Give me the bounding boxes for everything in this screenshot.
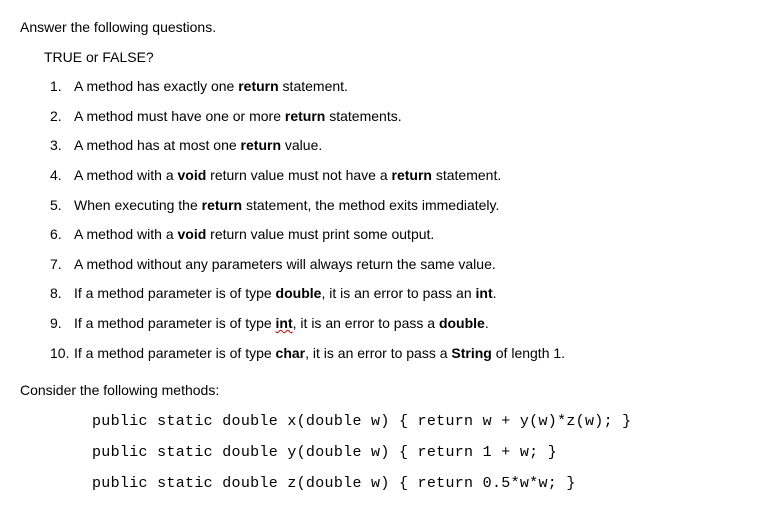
question-number: 9. [50,314,74,334]
question-number: 6. [50,225,74,245]
question-item: 3.A method has at most one return value. [50,136,760,156]
question-item: 5.When executing the return statement, t… [50,196,760,216]
question-text: If a method parameter is of type double,… [74,284,760,304]
spellcheck-underline: int [276,315,293,331]
question-number: 4. [50,166,74,186]
text-run: return value must not have a [206,167,391,183]
text-run: , it is an error to pass an [321,285,475,301]
text-run: If a method parameter is of type [74,285,276,301]
bold-text: return [285,108,325,124]
question-item: 10.If a method parameter is of type char… [50,344,760,364]
code-line: public static double y(double w) { retur… [92,442,760,463]
text-run: return value must print some output. [206,226,434,242]
question-text: If a method parameter is of type char, i… [74,344,760,364]
text-run: value. [281,137,322,153]
text-run: . [485,315,489,331]
question-item: 6.A method with a void return value must… [50,225,760,245]
bold-text: char [276,345,306,361]
question-text: A method without any parameters will alw… [74,255,760,275]
text-run: A method must have one or more [74,108,285,124]
prompt-text: Answer the following questions. [20,18,760,38]
text-run: . [493,285,497,301]
bold-text: return [392,167,432,183]
bold-text: return [241,137,281,153]
text-run: If a method parameter is of type [74,315,276,331]
subprompt-text: TRUE or FALSE? [44,48,760,68]
question-item: 4.A method with a void return value must… [50,166,760,186]
bold-text: void [178,226,207,242]
text-run: , it is an error to pass a [305,345,451,361]
question-text: A method has exactly one return statemen… [74,77,760,97]
text-run: , it is an error to pass a [293,315,439,331]
question-number: 3. [50,136,74,156]
text-run: When executing the [74,197,202,213]
text-run: statement. [432,167,501,183]
text-run: A method without any parameters will alw… [74,256,496,272]
code-block: public static double x(double w) { retur… [92,411,760,494]
text-run: If a method parameter is of type [74,345,276,361]
question-number: 7. [50,255,74,275]
question-item: 9.If a method parameter is of type int, … [50,314,760,334]
question-number: 1. [50,77,74,97]
question-number: 5. [50,196,74,216]
bold-text: void [178,167,207,183]
text-run: statements. [325,108,401,124]
bold-text: int [476,285,493,301]
bold-text: String [451,345,491,361]
text-run: of length 1. [492,345,565,361]
consider-text: Consider the following methods: [20,381,760,401]
question-text: A method must have one or more return st… [74,107,760,127]
bold-text: double [276,285,322,301]
question-number: 8. [50,284,74,304]
question-number: 2. [50,107,74,127]
bold-text: return [238,78,278,94]
question-text: A method with a void return value must n… [74,166,760,186]
text-run: A method has exactly one [74,78,238,94]
question-text: When executing the return statement, the… [74,196,760,216]
question-text: If a method parameter is of type int, it… [74,314,760,334]
code-line: public static double z(double w) { retur… [92,473,760,494]
question-item: 7.A method without any parameters will a… [50,255,760,275]
question-item: 8.If a method parameter is of type doubl… [50,284,760,304]
text-run: A method has at most one [74,137,241,153]
text-run: statement. [279,78,348,94]
text-run: statement, the method exits immediately. [242,197,499,213]
text-run: A method with a [74,167,178,183]
question-text: A method with a void return value must p… [74,225,760,245]
questions-list: 1.A method has exactly one return statem… [50,77,760,363]
bold-text: return [202,197,242,213]
question-number: 10. [50,344,74,364]
question-item: 2.A method must have one or more return … [50,107,760,127]
question-text: A method has at most one return value. [74,136,760,156]
text-run: A method with a [74,226,178,242]
bold-text: double [439,315,485,331]
question-item: 1.A method has exactly one return statem… [50,77,760,97]
code-line: public static double x(double w) { retur… [92,411,760,432]
